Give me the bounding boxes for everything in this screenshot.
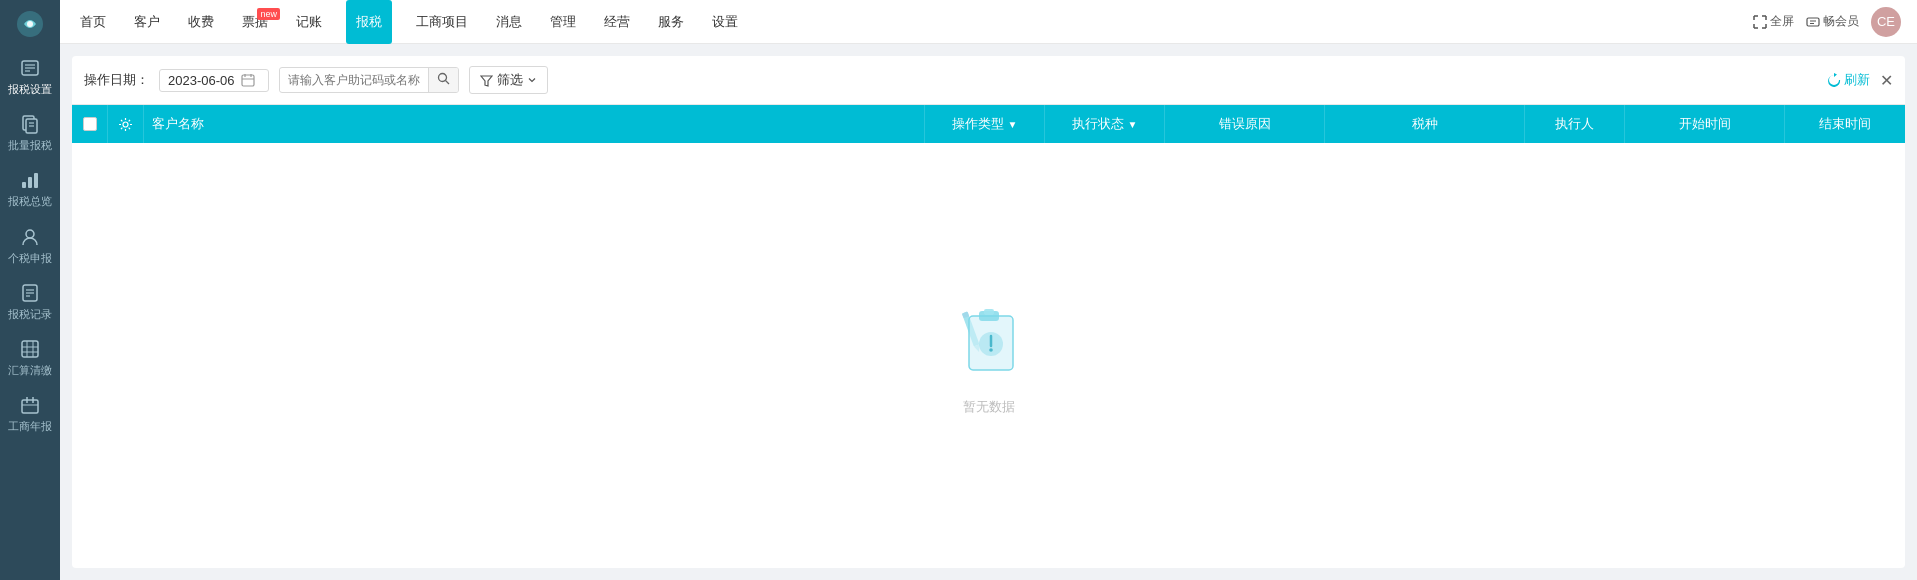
avatar[interactable]: CE — [1871, 7, 1901, 37]
sidebar-item-huisuan-label: 汇算清缴 — [8, 364, 52, 377]
empty-illustration — [949, 296, 1029, 386]
svg-point-13 — [26, 230, 34, 238]
th-gear[interactable] — [108, 105, 144, 143]
table-header: 客户名称 操作类型 ▼ 执行状态 ▼ 错误原因 税种 执行人 — [72, 105, 1905, 143]
member-button[interactable]: 畅会员 — [1806, 13, 1859, 30]
nav-xiaoxi[interactable]: 消息 — [492, 0, 526, 44]
baoshui-zonlan-icon — [16, 168, 44, 192]
top-nav-right: 全屏 畅会员 CE — [1753, 7, 1901, 37]
sidebar-item-huisuan[interactable]: 汇算清缴 — [0, 329, 60, 385]
th-start-time: 开始时间 — [1625, 105, 1785, 143]
svg-rect-18 — [22, 341, 38, 357]
geshui-icon — [16, 225, 44, 249]
new-badge: new — [257, 8, 280, 21]
search-input[interactable] — [280, 69, 428, 91]
header-checkbox[interactable] — [83, 117, 97, 131]
nav-customer[interactable]: 客户 — [130, 0, 164, 44]
table-container: 操作日期： 2023-06-06 — [72, 56, 1905, 568]
th-op-type[interactable]: 操作类型 ▼ — [925, 105, 1045, 143]
toolbar: 操作日期： 2023-06-06 — [72, 56, 1905, 105]
sidebar-item-baoshui-zonlan[interactable]: 报税总览 — [0, 160, 60, 216]
sidebar-item-baoshui-shezhi-label: 报税设置 — [8, 83, 52, 96]
svg-point-1 — [27, 21, 33, 27]
svg-line-33 — [446, 81, 450, 85]
sidebar: 报税设置 批量报税 报税总览 个税 — [0, 0, 60, 580]
filter-button[interactable]: 筛选 — [469, 66, 548, 94]
svg-point-44 — [989, 348, 993, 352]
huisuan-icon — [16, 337, 44, 361]
gongshang-nianbao-icon — [16, 393, 44, 417]
svg-rect-12 — [34, 173, 38, 188]
toolbar-right: 刷新 ✕ — [1827, 71, 1893, 90]
nav-piao[interactable]: 票据 new — [238, 0, 272, 44]
th-customer: 客户名称 — [144, 105, 925, 143]
th-error-reason: 错误原因 — [1165, 105, 1325, 143]
th-end-time: 结束时间 — [1785, 105, 1905, 143]
th-exec-status[interactable]: 执行状态 ▼ — [1045, 105, 1165, 143]
sidebar-logo — [0, 0, 60, 48]
nav-shezhi[interactable]: 设置 — [708, 0, 742, 44]
fullscreen-button[interactable]: 全屏 — [1753, 13, 1794, 30]
th-executor: 执行人 — [1525, 105, 1625, 143]
sort-exec-status-icon: ▼ — [1128, 119, 1138, 130]
baoshui-jilu-icon — [16, 281, 44, 305]
refresh-button[interactable]: 刷新 — [1827, 71, 1870, 89]
sidebar-item-piliang-baoshui[interactable]: 批量报税 — [0, 104, 60, 160]
nav-gongshang[interactable]: 工商项目 — [412, 0, 472, 44]
th-checkbox[interactable] — [72, 105, 108, 143]
main-area: 首页 客户 收费 票据 new 记账 报税 工商项目 消息 管理 经营 服务 设… — [60, 0, 1917, 580]
svg-rect-23 — [22, 400, 38, 413]
nav-baoshui[interactable]: 报税 — [346, 0, 392, 44]
sidebar-item-piliang-label: 批量报税 — [8, 139, 52, 152]
sidebar-item-baoshui-shezhi[interactable]: 报税设置 — [0, 48, 60, 104]
sidebar-item-geshui-label: 个税申报 — [8, 252, 52, 265]
nav-jiz[interactable]: 记账 — [292, 0, 326, 44]
svg-point-34 — [123, 122, 128, 127]
nav-fuwu[interactable]: 服务 — [654, 0, 688, 44]
search-button[interactable] — [428, 68, 458, 92]
empty-state: 暂无数据 — [949, 296, 1029, 416]
sort-op-type-icon: ▼ — [1008, 119, 1018, 130]
piliang-baoshui-icon — [16, 112, 44, 136]
th-tax-type: 税种 — [1325, 105, 1525, 143]
sidebar-item-baoshui-jilu[interactable]: 报税记录 — [0, 273, 60, 329]
sidebar-item-gongshang-label: 工商年报 — [8, 420, 52, 433]
top-nav: 首页 客户 收费 票据 new 记账 报税 工商项目 消息 管理 经营 服务 设… — [60, 0, 1917, 44]
sidebar-item-jilu-label: 报税记录 — [8, 308, 52, 321]
date-picker[interactable]: 2023-06-06 — [159, 69, 269, 92]
svg-rect-41 — [984, 309, 994, 315]
sidebar-item-gongshang-nianbao[interactable]: 工商年报 — [0, 385, 60, 441]
svg-rect-11 — [28, 177, 32, 188]
search-box — [279, 67, 459, 93]
baoshui-shezhi-icon — [16, 56, 44, 80]
svg-rect-28 — [242, 75, 254, 86]
svg-point-32 — [439, 74, 447, 82]
date-label: 操作日期： — [84, 71, 149, 89]
nav-home[interactable]: 首页 — [76, 0, 110, 44]
close-button[interactable]: ✕ — [1880, 71, 1893, 90]
sidebar-item-zonlan-label: 报税总览 — [8, 195, 52, 208]
nav-jingyin[interactable]: 经营 — [600, 0, 634, 44]
nav-guanli[interactable]: 管理 — [546, 0, 580, 44]
svg-rect-27 — [1807, 18, 1819, 26]
table-body: 暂无数据 — [72, 143, 1905, 568]
sidebar-item-geshui[interactable]: 个税申报 — [0, 217, 60, 273]
svg-rect-10 — [22, 182, 26, 188]
nav-shoufei[interactable]: 收费 — [184, 0, 218, 44]
content-area: 操作日期： 2023-06-06 — [60, 44, 1917, 580]
empty-text: 暂无数据 — [963, 398, 1015, 416]
